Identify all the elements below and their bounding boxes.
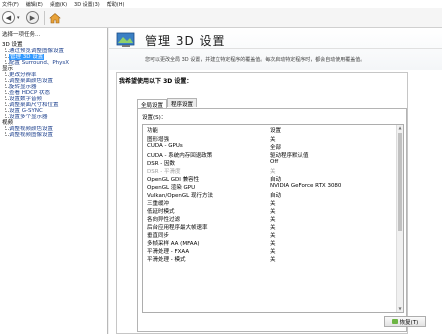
menu-file[interactable]: 文件(F) bbox=[2, 1, 19, 8]
task-sidebar: 选择一项任务... 3D 设置 通过预览调整图像设置 管理 3D 设置 配置 S… bbox=[0, 28, 108, 334]
table-row[interactable]: 平滑处理 - FXAA 关 bbox=[143, 246, 398, 255]
tab-global-settings[interactable]: 全局设置 bbox=[137, 99, 168, 109]
page-title: 管理 3D 设置 bbox=[145, 34, 226, 48]
column-header-setting[interactable]: 设置 bbox=[270, 126, 281, 134]
menu-desktop[interactable]: 桌面(K) bbox=[50, 1, 67, 8]
table-row[interactable]: 图形增强关 bbox=[143, 134, 398, 143]
table-row[interactable]: 平滑处理 - 模式关 bbox=[143, 254, 398, 263]
sidebar-title: 选择一项任务... bbox=[2, 32, 41, 38]
vertical-scrollbar[interactable]: ▲ ▼ bbox=[396, 125, 403, 312]
scroll-thumb[interactable] bbox=[398, 133, 402, 231]
arrow-left-icon: ◀ bbox=[5, 13, 12, 22]
table-row[interactable]: Vulkan/OpenGL 现行方法 自动 bbox=[143, 190, 398, 199]
restore-button[interactable]: 恢复(T) bbox=[384, 316, 426, 327]
shield-icon bbox=[391, 319, 398, 324]
table-row[interactable]: 后台应用程序最大帧速率关 bbox=[143, 222, 398, 231]
scroll-down-icon[interactable]: ▼ bbox=[397, 306, 403, 312]
table-row[interactable]: 各向异性过滤关 bbox=[143, 214, 398, 223]
toolbar-separator bbox=[44, 10, 45, 25]
settings-panel: 我希望使用以下 3D 设置： 全局设置 程序设置 设置(S)： 功能 设置 图形… bbox=[116, 72, 426, 334]
restore-button-label: 恢复(T) bbox=[399, 319, 419, 326]
table-row[interactable]: 低延时模式关 bbox=[143, 206, 398, 215]
page-description: 您可以更改全局 3D 设置，并建立特定程序的覆盖值。每次启动特定程序时，都会自动… bbox=[145, 57, 366, 63]
scroll-up-icon[interactable]: ▲ bbox=[397, 125, 403, 131]
nvidia-control-panel-window: 文件(F) 编辑(E) 桌面(K) 3D 设置(3) 帮助(H) ◀ ▾ ▶ 选… bbox=[0, 0, 442, 334]
back-button[interactable]: ◀ bbox=[2, 11, 15, 24]
home-icon bbox=[49, 12, 61, 23]
table-row[interactable]: CUDA - 系统内存回退政策 驱动程序默认值 bbox=[143, 150, 398, 159]
menu-edit[interactable]: 编辑(E) bbox=[26, 1, 43, 8]
sidebar-item-video-image[interactable]: 调整视频图像设置 bbox=[2, 132, 107, 138]
table-row[interactable]: 多帧采样 AA (MFAA) 关 bbox=[143, 238, 398, 247]
table-row[interactable]: DSR - 因数 Off bbox=[143, 158, 398, 167]
table-row[interactable]: OpenGL GDI 兼容性 自动 bbox=[143, 174, 398, 183]
forward-button[interactable]: ▶ bbox=[26, 11, 39, 24]
table-row: DSR - 平滑度关 bbox=[147, 169, 276, 175]
header-divider bbox=[109, 48, 442, 49]
table-row[interactable]: 垂直同步关 bbox=[143, 230, 398, 239]
home-button[interactable] bbox=[48, 11, 62, 25]
menu-help[interactable]: 帮助(H) bbox=[107, 1, 125, 8]
toolbar: ◀ ▾ ▶ bbox=[0, 8, 442, 28]
sidebar-item-surround-physx[interactable]: 配置 Surround、PhysX bbox=[2, 60, 107, 66]
panel-heading: 我希望使用以下 3D 设置： bbox=[119, 78, 193, 85]
tab-program-settings[interactable]: 程序设置 bbox=[167, 98, 198, 108]
main-content: 管理 3D 设置 您可以更改全局 3D 设置，并建立特定程序的覆盖值。每次启动特… bbox=[109, 28, 442, 334]
page-header: 管理 3D 设置 您可以更改全局 3D 设置，并建立特定程序的覆盖值。每次启动特… bbox=[109, 28, 442, 70]
sidebar-item-multiple-displays[interactable]: 设置多个显示器 bbox=[2, 114, 107, 120]
back-dropdown-icon[interactable]: ▾ bbox=[17, 15, 23, 21]
menu-3d-settings[interactable]: 3D 设置(3) bbox=[74, 1, 100, 8]
tab-content: 设置(S)： 功能 设置 图形增强关 CUDA - GPUs 全部 CUDA - … bbox=[137, 108, 426, 332]
grid-header: 功能 设置 bbox=[143, 125, 398, 134]
menu-bar: 文件(F) 编辑(E) 桌面(K) 3D 设置(3) 帮助(H) bbox=[0, 0, 442, 8]
column-header-feature[interactable]: 功能 bbox=[147, 126, 158, 134]
settings-label: 设置(S)： bbox=[142, 115, 167, 121]
table-row[interactable]: 三重缓冲关 bbox=[143, 198, 398, 207]
3d-settings-icon bbox=[116, 32, 135, 47]
arrow-right-icon: ▶ bbox=[29, 13, 36, 22]
table-row[interactable]: CUDA - GPUs 全部 bbox=[143, 142, 398, 151]
table-row[interactable]: OpenGL 渲染 GPU NVIDIA GeForce RTX 3080 bbox=[143, 182, 398, 191]
settings-grid: 功能 设置 图形增强关 CUDA - GPUs 全部 CUDA - 系统内存回退政… bbox=[142, 124, 404, 313]
settings-tabs: 全局设置 程序设置 bbox=[137, 98, 198, 109]
